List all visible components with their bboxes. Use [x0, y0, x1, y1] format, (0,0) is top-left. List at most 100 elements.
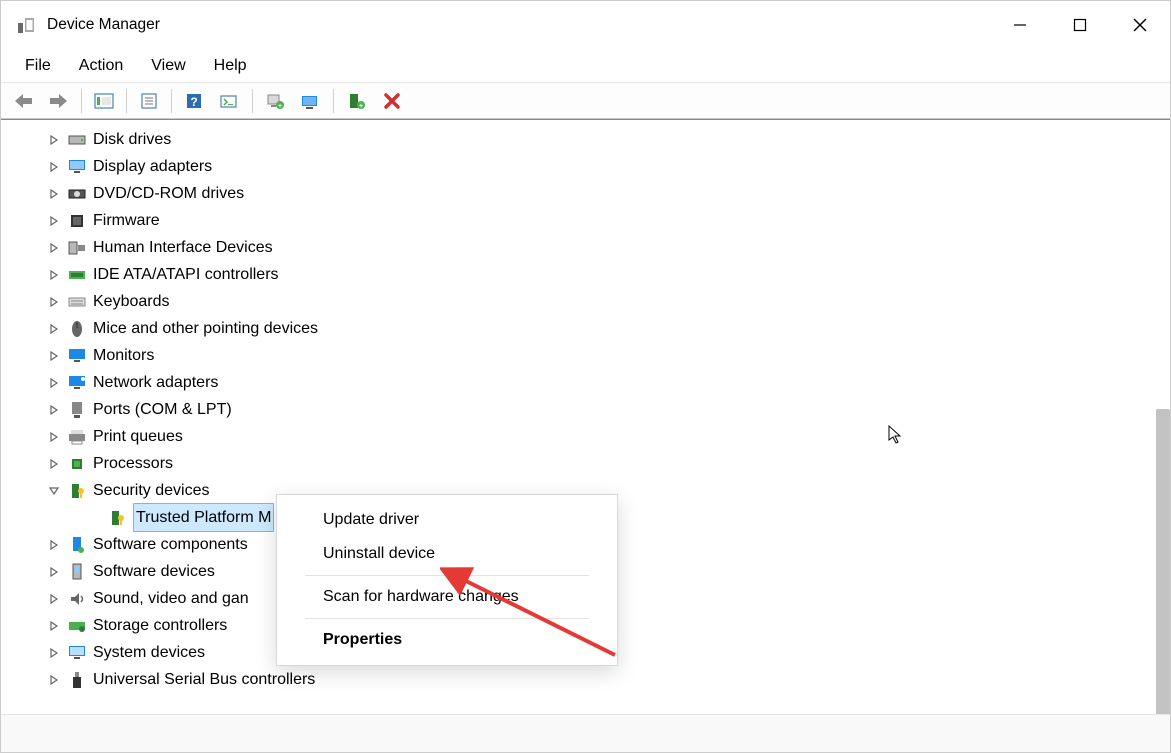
tree-item-label: Network adapters [93, 369, 218, 396]
caret-spacer [87, 511, 101, 525]
ctx-scan-hardware[interactable]: Scan for hardware changes [277, 580, 617, 614]
ctx-separator [305, 618, 589, 619]
tree-item-dvd-cd-rom-drives[interactable]: DVD/CD-ROM drives [7, 180, 1170, 207]
tree-item-label: Storage controllers [93, 612, 227, 639]
hid-icon [67, 238, 87, 258]
tree-item-label: Firmware [93, 207, 160, 234]
close-button[interactable] [1110, 1, 1170, 49]
tree-item-label: Software components [93, 531, 248, 558]
tree-item-display-adapters[interactable]: Display adapters [7, 153, 1170, 180]
menu-view[interactable]: View [137, 51, 199, 81]
tree-item-firmware[interactable]: Firmware [7, 207, 1170, 234]
cpu-icon [67, 454, 87, 474]
tree-item-label: Security devices [93, 477, 210, 504]
menu-action[interactable]: Action [65, 51, 137, 81]
chevron-right-icon[interactable] [47, 133, 61, 147]
tree-item-label: Keyboards [93, 288, 170, 315]
statusbar [1, 714, 1170, 752]
tree-item-label: Software devices [93, 558, 215, 585]
chevron-right-icon[interactable] [47, 376, 61, 390]
chevron-right-icon[interactable] [47, 295, 61, 309]
tree-item-monitors[interactable]: Monitors [7, 342, 1170, 369]
update-driver-button[interactable]: + [259, 85, 291, 117]
keyboard-icon [67, 292, 87, 312]
chevron-right-icon[interactable] [47, 565, 61, 579]
show-hide-console-button[interactable] [88, 85, 120, 117]
chevron-right-icon[interactable] [47, 592, 61, 606]
tree-item-universal-serial-bus-controllers[interactable]: Universal Serial Bus controllers [7, 666, 1170, 693]
svg-text:+: + [278, 103, 282, 110]
ctx-properties[interactable]: Properties [277, 623, 617, 657]
tree-item-label: Display adapters [93, 153, 212, 180]
port-icon [67, 400, 87, 420]
ctx-uninstall-device[interactable]: Uninstall device [277, 537, 617, 571]
firmware-icon [67, 211, 87, 231]
dvd-icon [67, 184, 87, 204]
chevron-right-icon[interactable] [47, 322, 61, 336]
toolbar-separator [252, 89, 253, 113]
chevron-right-icon[interactable] [47, 241, 61, 255]
window-controls [990, 1, 1170, 49]
chevron-right-icon[interactable] [47, 187, 61, 201]
chevron-right-icon[interactable] [47, 457, 61, 471]
toolbar: ? + + [1, 83, 1170, 119]
scrollbar-thumb[interactable] [1156, 409, 1170, 714]
toolbar-separator [171, 89, 172, 113]
context-menu: Update driver Uninstall device Scan for … [276, 494, 618, 666]
chevron-right-icon[interactable] [47, 430, 61, 444]
properties-button[interactable] [133, 85, 165, 117]
svg-text:+: + [359, 103, 363, 110]
chevron-right-icon[interactable] [47, 349, 61, 363]
mouse-icon [67, 319, 87, 339]
tree-item-network-adapters[interactable]: Network adapters [7, 369, 1170, 396]
ctx-update-driver[interactable]: Update driver [277, 503, 617, 537]
printer-icon [67, 427, 87, 447]
enable-device-button[interactable]: + [340, 85, 372, 117]
tree-item-label: DVD/CD-ROM drives [93, 180, 244, 207]
back-button[interactable] [7, 85, 39, 117]
tree-item-ide-ata-atapi-controllers[interactable]: IDE ATA/ATAPI controllers [7, 261, 1170, 288]
sound-icon [67, 589, 87, 609]
tree-item-disk-drives[interactable]: Disk drives [7, 126, 1170, 153]
chevron-right-icon[interactable] [47, 214, 61, 228]
app-icon [15, 14, 37, 36]
tree-item-keyboards[interactable]: Keyboards [7, 288, 1170, 315]
chevron-right-icon[interactable] [47, 538, 61, 552]
help-button[interactable]: ? [178, 85, 210, 117]
chevron-right-icon[interactable] [47, 673, 61, 687]
monitor-icon [67, 346, 87, 366]
minimize-button[interactable] [990, 1, 1050, 49]
maximize-button[interactable] [1050, 1, 1110, 49]
tree-item-mice-and-other-pointing-devices[interactable]: Mice and other pointing devices [7, 315, 1170, 342]
toolbar-separator [126, 89, 127, 113]
chevron-right-icon[interactable] [47, 403, 61, 417]
chevron-right-icon[interactable] [47, 619, 61, 633]
tree-item-ports-com-lpt-[interactable]: Ports (COM & LPT) [7, 396, 1170, 423]
tree-item-human-interface-devices[interactable]: Human Interface Devices [7, 234, 1170, 261]
add-legacy-hardware-button[interactable] [295, 85, 327, 117]
tree-item-print-queues[interactable]: Print queues [7, 423, 1170, 450]
chevron-down-icon[interactable] [47, 484, 61, 498]
disk-icon [67, 130, 87, 150]
swdev-icon [67, 562, 87, 582]
menu-file[interactable]: File [11, 51, 65, 81]
security-icon [107, 508, 127, 528]
chevron-right-icon[interactable] [47, 646, 61, 660]
usb-icon [67, 670, 87, 690]
svg-text:?: ? [190, 95, 197, 109]
forward-button[interactable] [43, 85, 75, 117]
chevron-right-icon[interactable] [47, 268, 61, 282]
network-icon [67, 373, 87, 393]
scan-hardware-button[interactable] [214, 85, 246, 117]
titlebar: Device Manager [1, 1, 1170, 49]
tree-item-label: IDE ATA/ATAPI controllers [93, 261, 279, 288]
tree-item-label: Ports (COM & LPT) [93, 396, 232, 423]
tree-item-label: Processors [93, 450, 173, 477]
tree-item-label: System devices [93, 639, 205, 666]
uninstall-device-button[interactable] [376, 85, 408, 117]
menu-help[interactable]: Help [200, 51, 261, 81]
chevron-right-icon[interactable] [47, 160, 61, 174]
swcomp-icon [67, 535, 87, 555]
tree-item-processors[interactable]: Processors [7, 450, 1170, 477]
toolbar-separator [81, 89, 82, 113]
